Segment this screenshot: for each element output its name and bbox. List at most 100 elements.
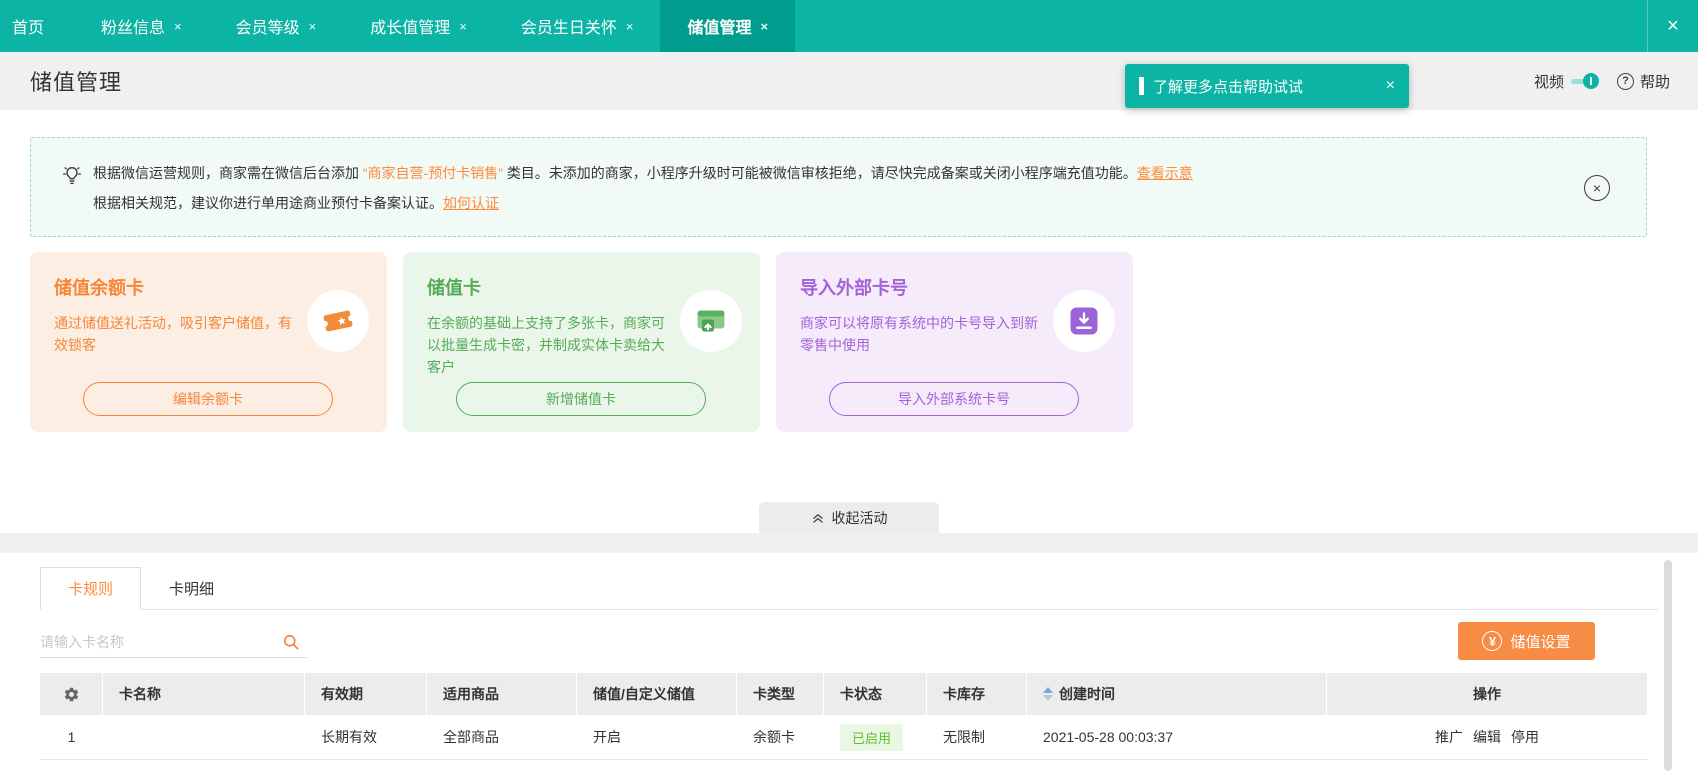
stored-value-settings-button[interactable]: ¥ 储值设置 xyxy=(1458,622,1595,660)
tab-label: 首页 xyxy=(12,20,45,37)
tab-label: 粉丝信息 xyxy=(101,20,166,37)
import-card-panel: 导入外部卡号 商家可以将原有系统中的卡号导入到新零售中使用 导入外部系统卡号 xyxy=(776,252,1133,432)
card-rules-table: 卡名称 有效期 适用商品 储值/自定义储值 卡类型 卡状态 卡库存 创建时间 操… xyxy=(40,673,1647,760)
row-card-name xyxy=(103,715,305,759)
settings-button-label: 储值设置 xyxy=(1510,633,1571,651)
window-close-icon[interactable]: × xyxy=(1647,0,1698,52)
gear-icon xyxy=(64,687,78,701)
wechat-notice-banner: 根据微信运营规则，商家需在微信后台添加 “商家自营-预付卡销售” 类目。未添加的… xyxy=(30,137,1647,237)
notice-line1-quote: “商家自营-预付卡销售” xyxy=(362,165,503,181)
import-card-desc: 商家可以将原有系统中的卡号导入到新零售中使用 xyxy=(800,315,1038,353)
disable-action[interactable]: 停用 xyxy=(1511,727,1539,747)
column-header-validity[interactable]: 有效期 xyxy=(305,673,427,715)
ticket-icon xyxy=(307,290,369,352)
notice-line2-text: 根据相关规范，建议你进行单用途商业预付卡备案认证。 xyxy=(93,195,443,211)
promote-action[interactable]: 推广 xyxy=(1435,727,1463,747)
column-header-products[interactable]: 适用商品 xyxy=(427,673,577,715)
tab-close-icon[interactable]: × xyxy=(626,19,634,34)
column-header-actions: 操作 xyxy=(1473,686,1501,702)
tab-growth-value[interactable]: 成长值管理 × xyxy=(343,0,494,52)
tab-close-icon[interactable]: × xyxy=(174,19,182,34)
lightbulb-icon xyxy=(61,164,83,191)
tab-member-level[interactable]: 会员等级 × xyxy=(209,0,344,52)
how-to-certify-link[interactable]: 如何认证 xyxy=(443,195,499,211)
sort-icon[interactable] xyxy=(1043,687,1053,701)
tab-stored-value[interactable]: 储值管理 × xyxy=(660,0,796,52)
search-input[interactable] xyxy=(40,633,281,650)
balance-card-title: 储值余额卡 xyxy=(54,278,144,298)
notice-dismiss-icon[interactable]: × xyxy=(1584,175,1610,201)
yen-icon: ¥ xyxy=(1482,631,1503,651)
card-list-panel: 卡规则 卡明细 ¥ 储值设置 卡名称 有效期 xyxy=(0,553,1698,771)
tooltip-text: 了解更多点击帮助试试 xyxy=(1153,78,1304,96)
tab-home[interactable]: 首页 xyxy=(0,0,74,52)
tab-label: 储值管理 xyxy=(687,20,752,37)
notice-line1-mid: 类目。未添加的商家，小程序升级时可能被微信审核拒绝，请尽快完成备案或关闭小程序端… xyxy=(502,165,1137,181)
row-created-time: 2021-05-28 00:03:37 xyxy=(1043,729,1173,745)
search-icon[interactable] xyxy=(281,632,301,652)
column-header-stored-value[interactable]: 储值/自定义储值 xyxy=(577,673,737,715)
scrollbar-thumb[interactable] xyxy=(1664,560,1672,771)
balance-card-panel: 储值余额卡 通过储值送礼活动，吸引客户储值，有效锁客 编辑余额卡 xyxy=(30,252,387,432)
tab-birthday-care[interactable]: 会员生日关怀 × xyxy=(494,0,661,52)
page-title: 储值管理 xyxy=(30,70,123,95)
stored-card-panel: 储值卡 在余额的基础上支持了多张卡，商家可以批量生成卡密，并制成实体卡卖给大客户… xyxy=(403,252,760,432)
created-time-label: 创建时间 xyxy=(1059,686,1115,702)
tab-label: 会员等级 xyxy=(235,20,300,37)
page-header: 储值管理 视频 ? 帮助 xyxy=(0,52,1698,110)
notice-line1-pre: 根据微信运营规则，商家需在微信后台添加 xyxy=(93,165,363,181)
video-toggle-group: 视频 xyxy=(1533,71,1599,92)
column-header-created-time[interactable]: 创建时间 xyxy=(1027,673,1327,715)
tab-fans-info[interactable]: 粉丝信息 × xyxy=(74,0,209,52)
question-icon: ? xyxy=(1616,72,1634,90)
tooltip-close-icon[interactable]: × xyxy=(1386,77,1395,95)
tab-card-rules[interactable]: 卡规则 xyxy=(40,567,141,610)
view-example-link[interactable]: 查看示意 xyxy=(1137,165,1193,181)
notice-text: 根据微信运营规则，商家需在微信后台添加 “商家自营-预付卡销售” 类目。未添加的… xyxy=(93,158,1193,218)
column-header-card-type[interactable]: 卡类型 xyxy=(737,673,824,715)
help-tooltip: 了解更多点击帮助试试 × xyxy=(1125,64,1409,108)
row-products: 全部商品 xyxy=(443,729,499,745)
column-header-card-name[interactable]: 卡名称 xyxy=(103,673,305,715)
row-actions: 推广 编辑 停用 xyxy=(1327,715,1647,759)
card-tabs: 卡规则 卡明细 xyxy=(40,567,1658,610)
top-tab-bar: 首页 粉丝信息 × 会员等级 × 成长值管理 × 会员生日关怀 × 储值管理 ×… xyxy=(0,0,1698,52)
notice-line-2: 根据相关规范，建议你进行单用途商业预付卡备案认证。如何认证 xyxy=(93,188,1193,218)
video-label: 视频 xyxy=(1533,73,1564,91)
stored-card-desc: 在余额的基础上支持了多张卡，商家可以批量生成卡密，并制成实体卡卖给大客户 xyxy=(427,315,665,375)
add-stored-card-button[interactable]: 新增储值卡 xyxy=(456,382,706,416)
import-card-title: 导入外部卡号 xyxy=(800,278,908,298)
help-label: 帮助 xyxy=(1639,73,1670,91)
toggle-knob xyxy=(1582,72,1599,89)
column-settings-button[interactable] xyxy=(40,673,103,715)
edit-balance-card-button[interactable]: 编辑余额卡 xyxy=(83,382,333,416)
column-header-card-stock[interactable]: 卡库存 xyxy=(927,673,1027,715)
sort-asc-icon xyxy=(1043,687,1053,693)
column-header-card-status[interactable]: 卡状态 xyxy=(824,673,927,715)
notice-line-1: 根据微信运营规则，商家需在微信后台添加 “商家自营-预付卡销售” 类目。未添加的… xyxy=(93,158,1193,188)
collapse-activities-button[interactable]: 收起活动 xyxy=(759,502,939,533)
header-actions: 视频 ? 帮助 xyxy=(1534,52,1670,110)
row-validity: 长期有效 xyxy=(321,729,377,745)
row-card-stock: 无限制 xyxy=(943,729,985,745)
collapse-label: 收起活动 xyxy=(831,509,888,526)
row-card-type: 余额卡 xyxy=(753,729,795,745)
card-search xyxy=(40,626,307,658)
row-index: 1 xyxy=(67,729,76,745)
table-row: 1 长期有效 全部商品 开启 余额卡 已启用 无限制 2021-05-28 00… xyxy=(40,715,1647,760)
tooltip-accent-bar xyxy=(1139,77,1144,95)
import-external-card-button[interactable]: 导入外部系统卡号 xyxy=(829,382,1079,416)
activity-panel: 根据微信运营规则，商家需在微信后台添加 “商家自营-预付卡销售” 类目。未添加的… xyxy=(0,110,1698,533)
stored-card-title: 储值卡 xyxy=(427,278,481,298)
tab-close-icon[interactable]: × xyxy=(760,19,768,34)
status-badge: 已启用 xyxy=(840,723,904,751)
edit-action[interactable]: 编辑 xyxy=(1473,727,1501,747)
tab-close-icon[interactable]: × xyxy=(309,19,317,34)
tab-close-icon[interactable]: × xyxy=(459,19,467,34)
video-toggle[interactable] xyxy=(1570,72,1599,89)
balance-card-desc: 通过储值送礼活动，吸引客户储值，有效锁客 xyxy=(54,315,292,353)
help-button[interactable]: ? 帮助 xyxy=(1616,71,1670,92)
table-header-row: 卡名称 有效期 适用商品 储值/自定义储值 卡类型 卡状态 卡库存 创建时间 操… xyxy=(40,673,1647,715)
tab-card-details[interactable]: 卡明细 xyxy=(141,567,242,610)
sort-desc-icon xyxy=(1043,695,1053,701)
